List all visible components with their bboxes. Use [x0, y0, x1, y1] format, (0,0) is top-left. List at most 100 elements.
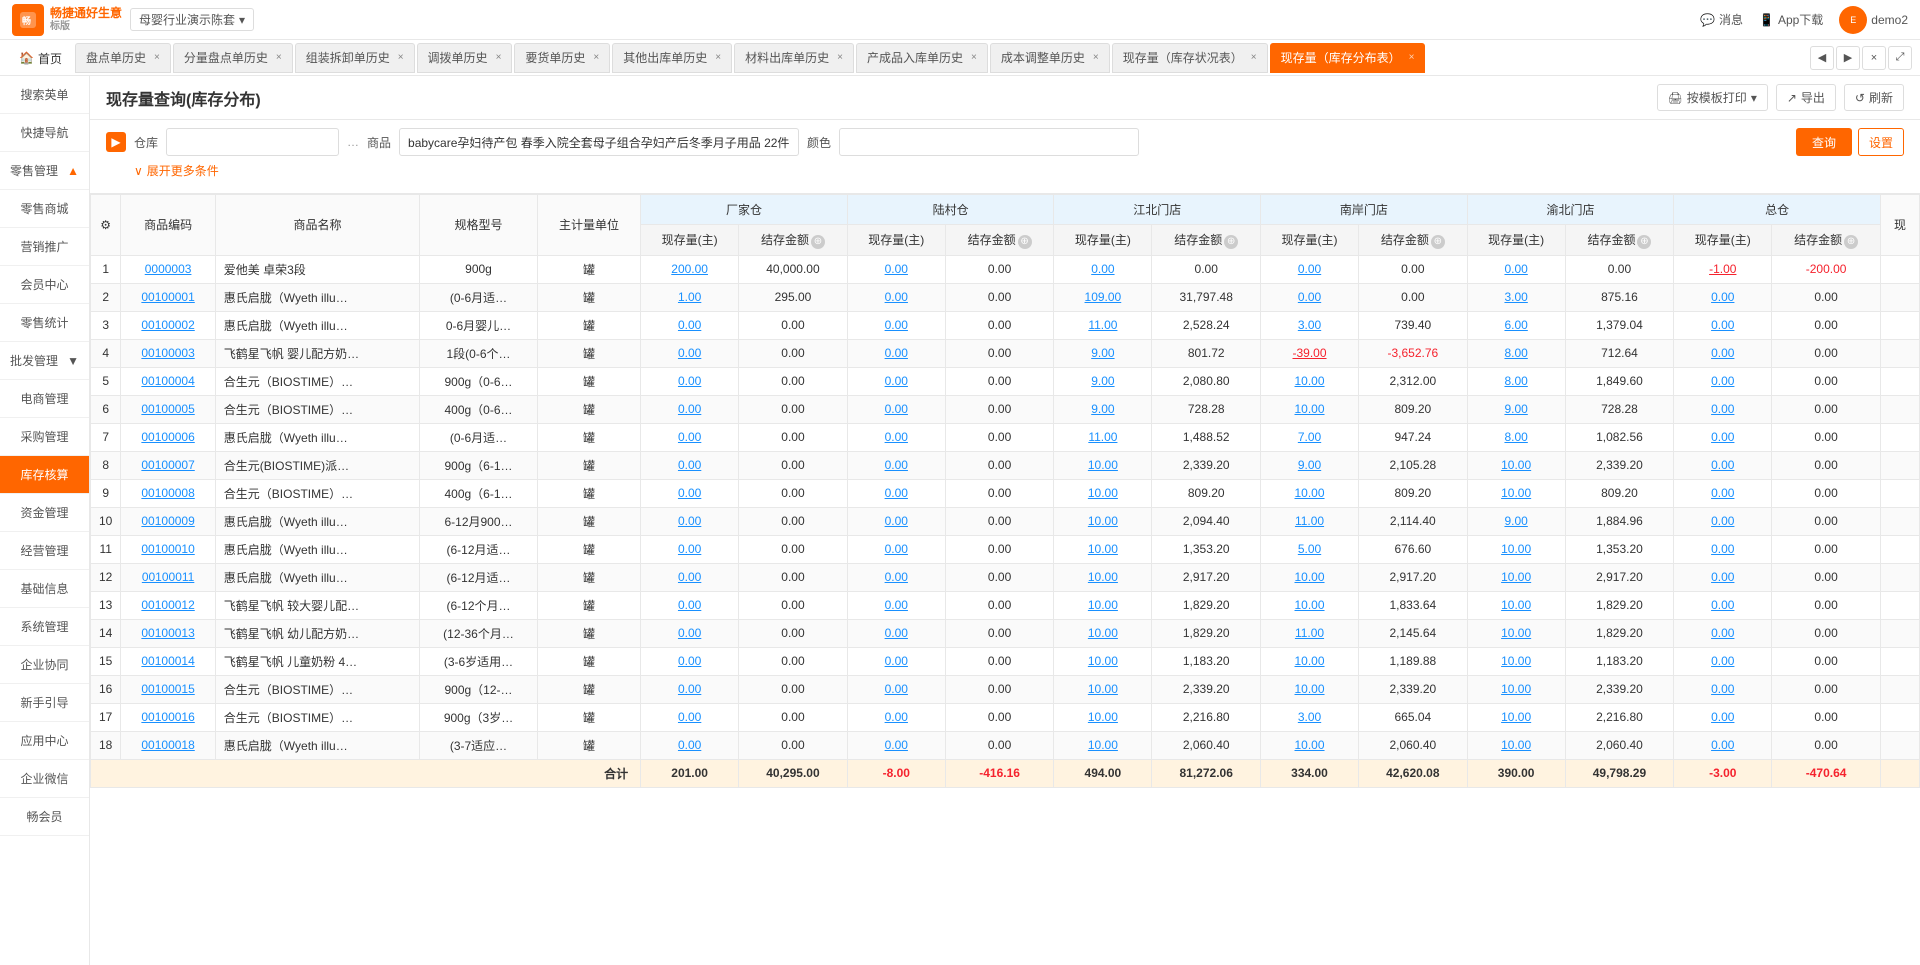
td-zongcang-qty[interactable]: 0.00 — [1674, 675, 1772, 703]
td-code[interactable]: 0000003 — [121, 255, 215, 283]
td-lucun-qty[interactable]: 0.00 — [847, 283, 945, 311]
td-jiangbei-qty[interactable]: 11.00 — [1054, 311, 1152, 339]
sidebar-item-retailstats[interactable]: 零售统计 — [0, 304, 89, 342]
td-yubei-qty[interactable]: 10.00 — [1467, 591, 1565, 619]
td-code[interactable]: 00100008 — [121, 479, 215, 507]
td-yubei-qty[interactable]: 8.00 — [1467, 367, 1565, 395]
nav-prev-btn[interactable]: ◀ — [1810, 46, 1834, 70]
td-changjia-qty[interactable]: 0.00 — [641, 311, 739, 339]
td-lucun-qty[interactable]: 0.00 — [847, 255, 945, 283]
sidebar-item-operations[interactable]: 经营管理 — [0, 532, 89, 570]
sidebar-item-retail[interactable]: 零售管理 ▲ — [0, 152, 89, 190]
td-yubei-qty[interactable]: 10.00 — [1467, 703, 1565, 731]
tab-xiancunzhuang-close[interactable]: × — [1251, 52, 1257, 63]
tab-cailiaoch-close[interactable]: × — [837, 52, 843, 63]
td-zongcang-qty[interactable]: 0.00 — [1674, 339, 1772, 367]
td-zongcang-qty[interactable]: 0.00 — [1674, 563, 1772, 591]
tab-chengpin-close[interactable]: × — [971, 52, 977, 63]
td-nanan-qty[interactable]: 11.00 — [1261, 619, 1359, 647]
zongcang-info-icon[interactable]: ⊕ — [1844, 235, 1858, 249]
btn-export[interactable]: ↗ 导出 — [1776, 84, 1836, 111]
td-changjia-qty[interactable]: 0.00 — [641, 647, 739, 675]
td-nanan-qty[interactable]: 10.00 — [1261, 479, 1359, 507]
td-lucun-qty[interactable]: 0.00 — [847, 395, 945, 423]
td-lucun-qty[interactable]: 0.00 — [847, 507, 945, 535]
td-lucun-qty[interactable]: 0.00 — [847, 311, 945, 339]
td-nanan-qty[interactable]: 10.00 — [1261, 647, 1359, 675]
tab-xiancunfen[interactable]: 现存量（库存分布表） × — [1270, 43, 1426, 73]
td-lucun-qty[interactable]: 0.00 — [847, 731, 945, 759]
nav-next-btn[interactable]: ▶ — [1836, 46, 1860, 70]
sidebar-item-marketing[interactable]: 营销推广 — [0, 228, 89, 266]
td-nanan-qty[interactable]: 3.00 — [1261, 703, 1359, 731]
td-zongcang-qty[interactable]: 0.00 — [1674, 283, 1772, 311]
sidebar-item-finance[interactable]: 资金管理 — [0, 494, 89, 532]
td-changjia-qty[interactable]: 0.00 — [641, 339, 739, 367]
tab-fenpandian[interactable]: 分量盘点单历史 × — [173, 43, 293, 73]
nanan-info-icon[interactable]: ⊕ — [1431, 235, 1445, 249]
td-zongcang-qty[interactable]: 0.00 — [1674, 535, 1772, 563]
tab-qitachu[interactable]: 其他出库单历史 × — [612, 43, 732, 73]
td-jiangbei-qty[interactable]: 9.00 — [1054, 339, 1152, 367]
sidebar-item-wechat[interactable]: 企业微信 — [0, 760, 89, 798]
sidebar-item-guide[interactable]: 新手引导 — [0, 684, 89, 722]
tab-qitachu-close[interactable]: × — [715, 52, 721, 63]
td-changjia-qty[interactable]: 0.00 — [641, 507, 739, 535]
td-jiangbei-qty[interactable]: 10.00 — [1054, 563, 1152, 591]
td-zongcang-qty[interactable]: 0.00 — [1674, 703, 1772, 731]
td-yubei-qty[interactable]: 10.00 — [1467, 675, 1565, 703]
td-changjia-qty[interactable]: 0.00 — [641, 535, 739, 563]
td-code[interactable]: 00100005 — [121, 395, 215, 423]
td-zongcang-qty[interactable]: 0.00 — [1674, 731, 1772, 759]
td-jiangbei-qty[interactable]: 0.00 — [1054, 255, 1152, 283]
td-lucun-qty[interactable]: 0.00 — [847, 423, 945, 451]
sidebar-item-search[interactable]: 搜索英单 — [0, 76, 89, 114]
td-nanan-qty[interactable]: 0.00 — [1261, 255, 1359, 283]
expand-conditions-btn[interactable]: ∨ 展开更多条件 — [134, 162, 219, 179]
td-code[interactable]: 00100010 — [121, 535, 215, 563]
tab-chenben-close[interactable]: × — [1093, 52, 1099, 63]
td-nanan-qty[interactable]: 0.00 — [1261, 283, 1359, 311]
td-jiangbei-qty[interactable]: 9.00 — [1054, 367, 1152, 395]
td-code[interactable]: 00100009 — [121, 507, 215, 535]
nav-fullscreen-btn[interactable]: ⤢ — [1888, 46, 1912, 70]
td-nanan-qty[interactable]: 9.00 — [1261, 451, 1359, 479]
industry-selector[interactable]: 母婴行业演示陈套 ▾ — [130, 8, 254, 31]
td-changjia-qty[interactable]: 0.00 — [641, 395, 739, 423]
td-code[interactable]: 00100015 — [121, 675, 215, 703]
td-jiangbei-qty[interactable]: 10.00 — [1054, 451, 1152, 479]
tab-fenpandian-close[interactable]: × — [276, 52, 282, 63]
th-gear[interactable]: ⚙ — [91, 195, 121, 256]
td-jiangbei-qty[interactable]: 10.00 — [1054, 591, 1152, 619]
td-lucun-qty[interactable]: 0.00 — [847, 339, 945, 367]
td-code[interactable]: 00100016 — [121, 703, 215, 731]
jiangbei-info-icon[interactable]: ⊕ — [1224, 235, 1238, 249]
td-code[interactable]: 00100006 — [121, 423, 215, 451]
td-jiangbei-qty[interactable]: 11.00 — [1054, 423, 1152, 451]
td-nanan-qty[interactable]: 3.00 — [1261, 311, 1359, 339]
sidebar-item-wholesale[interactable]: 批发管理 ▼ — [0, 342, 89, 380]
td-nanan-qty[interactable]: 10.00 — [1261, 591, 1359, 619]
td-zongcang-qty[interactable]: 0.00 — [1674, 619, 1772, 647]
td-lucun-qty[interactable]: 0.00 — [847, 703, 945, 731]
td-zongcang-qty[interactable]: 0.00 — [1674, 311, 1772, 339]
td-zongcang-qty[interactable]: 0.00 — [1674, 367, 1772, 395]
td-yubei-qty[interactable]: 10.00 — [1467, 731, 1565, 759]
td-lucun-qty[interactable]: 0.00 — [847, 563, 945, 591]
td-nanan-qty[interactable]: 10.00 — [1261, 367, 1359, 395]
td-yubei-qty[interactable]: 3.00 — [1467, 283, 1565, 311]
td-nanan-qty[interactable]: 10.00 — [1261, 731, 1359, 759]
td-nanan-qty[interactable]: 10.00 — [1261, 675, 1359, 703]
sidebar-item-shortcuts[interactable]: 快捷导航 — [0, 114, 89, 152]
td-changjia-qty[interactable]: 0.00 — [641, 423, 739, 451]
td-lucun-qty[interactable]: 0.00 — [847, 591, 945, 619]
goods-input[interactable] — [399, 128, 799, 156]
td-changjia-qty[interactable]: 0.00 — [641, 563, 739, 591]
td-code[interactable]: 00100014 — [121, 647, 215, 675]
td-nanan-qty[interactable]: 11.00 — [1261, 507, 1359, 535]
tab-chengpin[interactable]: 产成品入库单历史 × — [856, 43, 988, 73]
td-lucun-qty[interactable]: 0.00 — [847, 647, 945, 675]
td-changjia-qty[interactable]: 1.00 — [641, 283, 739, 311]
td-nanan-qty[interactable]: -39.00 — [1261, 339, 1359, 367]
td-zongcang-qty[interactable]: 0.00 — [1674, 423, 1772, 451]
